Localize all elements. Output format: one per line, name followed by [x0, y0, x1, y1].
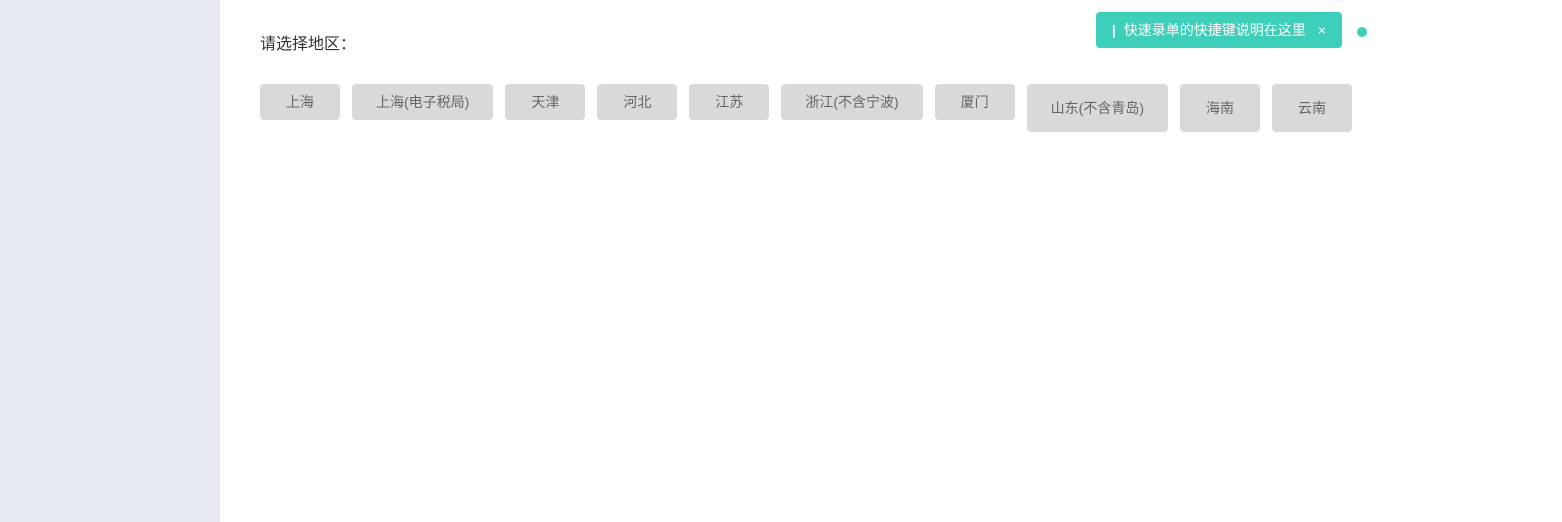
region-row-1: 上海 上海(电子税局) 天津 河北 江苏 浙江(不含宁波) 厦门	[260, 84, 1015, 120]
region-btn-shanghai-etax[interactable]: 上海(电子税局)	[352, 84, 493, 120]
region-buttons: 上海 上海(电子税局) 天津 河北 江苏 浙江(不含宁波) 厦门 山东(不含青岛…	[260, 84, 1522, 132]
region-btn-zhejiang[interactable]: 浙江(不含宁波)	[781, 84, 922, 120]
region-btn-xiamen[interactable]: 厦门	[935, 84, 1015, 120]
region-btn-hebei[interactable]: 河北	[597, 84, 677, 120]
region-btn-yunnan[interactable]: 云南	[1272, 84, 1352, 132]
region-btn-tianjin[interactable]: 天津	[505, 84, 585, 120]
region-btn-hainan[interactable]: 海南	[1180, 84, 1260, 132]
tooltip-dot	[1357, 27, 1367, 37]
tooltip-text: 快速录单的快捷键说明在这里	[1124, 20, 1306, 40]
region-row-2: 山东(不含青岛) 海南 云南	[1027, 84, 1352, 132]
main-content: 请选择地区： 上海 上海(电子税局) 天津 河北 江苏 浙江(不含宁波) 厦门 …	[220, 0, 1562, 522]
tooltip-bubble: 快速录单的快捷键说明在这里 ×	[1096, 12, 1342, 48]
sidebar	[0, 0, 220, 522]
region-btn-shandong[interactable]: 山东(不含青岛)	[1027, 84, 1168, 132]
region-btn-shanghai[interactable]: 上海	[260, 84, 340, 120]
tooltip-close-button[interactable]: ×	[1318, 22, 1326, 38]
region-btn-jiangsu[interactable]: 江苏	[689, 84, 769, 120]
